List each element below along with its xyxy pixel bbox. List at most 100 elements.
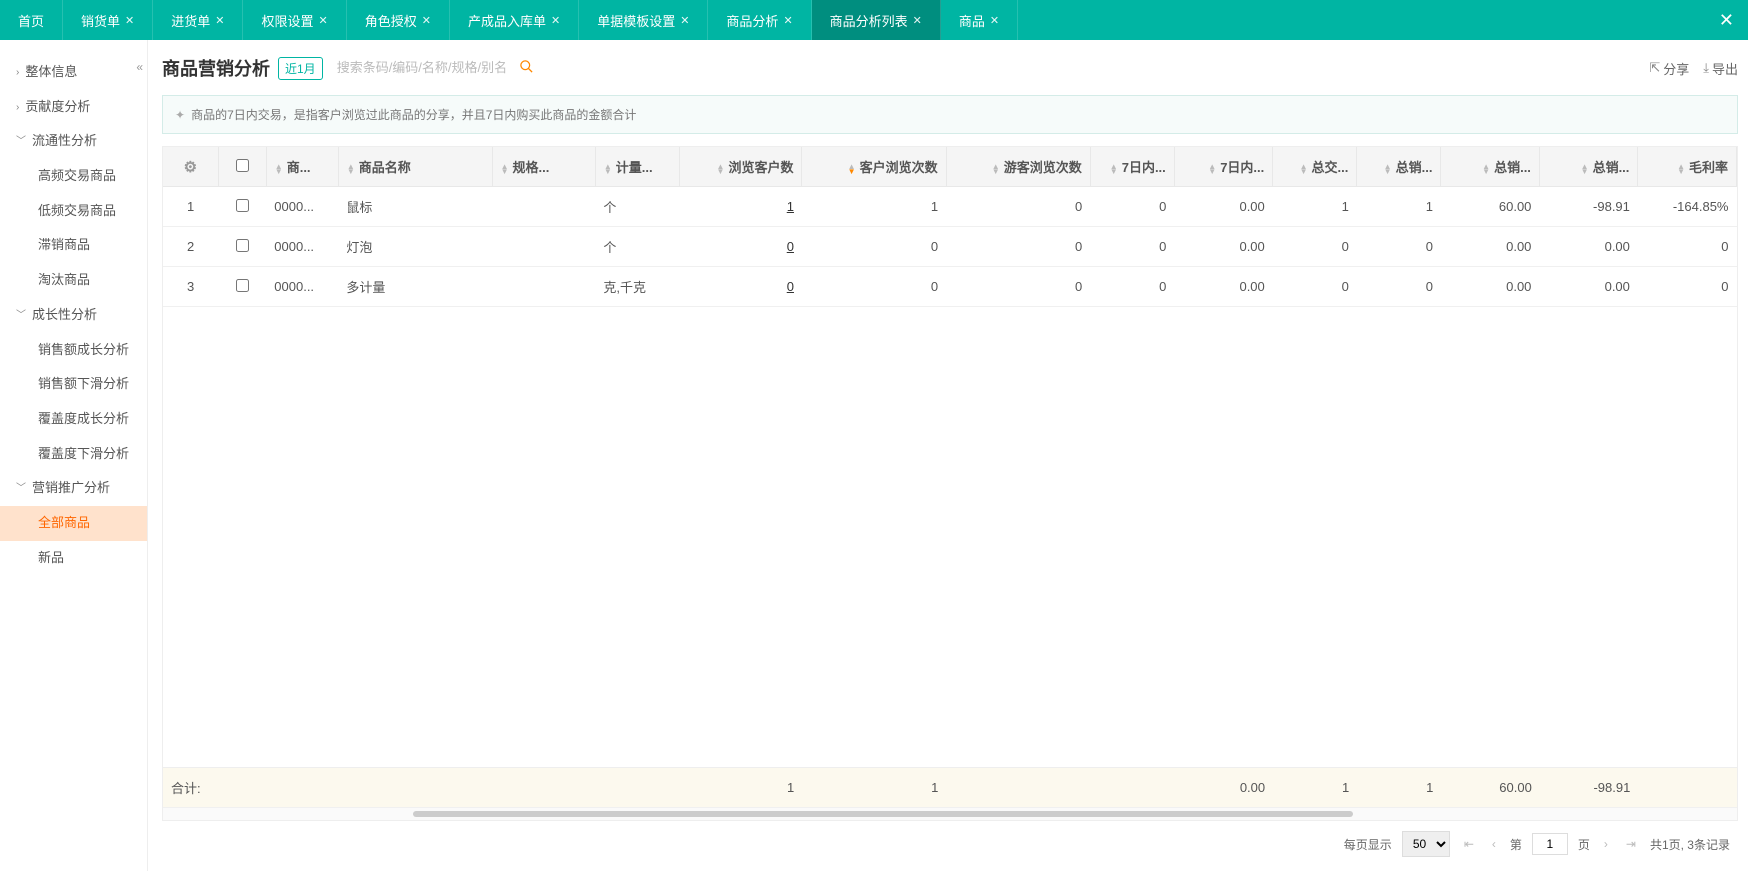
row-select[interactable] [218,267,266,307]
close-icon[interactable]: ✕ [990,14,999,27]
horizontal-scrollbar[interactable] [163,808,1737,820]
page-next-button[interactable]: › [1600,837,1612,851]
column-name[interactable]: ▲▼商品名称 [338,147,492,187]
column-margin[interactable]: ▲▼毛利率 [1638,147,1737,187]
column-7d-sales[interactable]: ▲▼7日内... [1090,147,1174,187]
close-icon[interactable]: ✕ [319,14,328,27]
collapse-sidebar-icon[interactable]: « [136,60,143,74]
page-first-button[interactable]: ⇤ [1460,837,1478,851]
tab-1[interactable]: 销货单✕ [63,0,153,40]
cell-7ds: 0 [1090,267,1174,307]
tab-2[interactable]: 进货单✕ [153,0,243,40]
export-button[interactable]: ⤓ 导出 [1703,59,1738,78]
cell-7ds: 0 [1090,227,1174,267]
tab-7[interactable]: 商品分析✕ [708,0,811,40]
cell-vcust[interactable]: 0 [679,227,802,267]
row-checkbox[interactable] [236,199,249,212]
cell-tamt: 60.00 [1441,187,1539,227]
tab-5[interactable]: 产成品入库单 ✕ [450,0,579,40]
chevron-right-icon: › [16,63,19,82]
column-total-profit[interactable]: ▲▼总销... [1539,147,1637,187]
sidebar-item-2-3[interactable]: 淘汰商品 [0,263,147,298]
sidebar-item-3-1[interactable]: 销售额下滑分析 [0,367,147,402]
sidebar-group-label: 流通性分析 [32,129,97,154]
totals-7d-amount: 0.00 [1175,768,1274,808]
period-badge[interactable]: 近1月 [278,57,323,80]
tab-4[interactable]: 角色授权✕ [347,0,450,40]
sidebar-item-3-3[interactable]: 覆盖度下滑分析 [0,437,147,472]
cell-code: 0000... [266,187,338,227]
table-row[interactable]: 20000...灯泡个00000.00000.000.000 [163,227,1737,267]
cell-tprofit: 0.00 [1539,227,1637,267]
info-banner-text: 商品的7日内交易，是指客户浏览过此商品的分享，并且7日内购买此商品的金额合计 [191,106,636,123]
sidebar-item-2-1[interactable]: 低频交易商品 [0,194,147,229]
column-code[interactable]: ▲▼商... [266,147,338,187]
sidebar-group-4[interactable]: ﹀营销推广分析 [0,471,147,506]
sidebar-item-3-2[interactable]: 覆盖度成长分析 [0,402,147,437]
close-all-tabs-button[interactable]: ✕ [1705,0,1748,40]
column-total-count[interactable]: ▲▼总销... [1357,147,1441,187]
search-input[interactable] [333,55,513,81]
sidebar-group-3[interactable]: ﹀成长性分析 [0,298,147,333]
page-input[interactable] [1532,833,1568,855]
column-select-all[interactable] [218,147,266,187]
cell-cviews: 0 [802,267,946,307]
row-select[interactable] [218,187,266,227]
tab-9[interactable]: 商品✕ [941,0,1018,40]
close-icon[interactable]: ✕ [125,14,134,27]
sidebar-item-3-0[interactable]: 销售额成长分析 [0,333,147,368]
sidebar-item-4-0[interactable]: 全部商品 [0,506,147,541]
sidebar-group-1[interactable]: ›贡献度分析 [0,90,147,125]
table-row[interactable]: 30000...多计量克,千克00000.00000.000.000 [163,267,1737,307]
close-icon[interactable]: ✕ [551,14,560,27]
sidebar-item-2-2[interactable]: 滞销商品 [0,228,147,263]
cell-unit: 克,千克 [595,267,679,307]
cell-vcust[interactable]: 1 [679,187,802,227]
row-checkbox[interactable] [236,239,249,252]
tab-8[interactable]: 商品分析列表✕ [812,0,941,40]
column-total-amount[interactable]: ▲▼总销... [1441,147,1539,187]
table-header-row: ⚙ ▲▼商... ▲▼商品名称 ▲▼规格... ▲▼计量... ▲▼浏览客户数 … [163,147,1737,187]
cell-vcust[interactable]: 0 [679,267,802,307]
sidebar-group-0[interactable]: ›整体信息 [0,55,147,90]
search-icon[interactable] [519,59,534,78]
column-guest-views[interactable]: ▲▼游客浏览次数 [946,147,1090,187]
row-select[interactable] [218,227,266,267]
cell-gviews: 0 [946,227,1090,267]
tab-label: 产成品入库单 [468,11,546,30]
page-prev-button[interactable]: ‹ [1488,837,1500,851]
select-all-checkbox[interactable] [236,159,249,172]
column-total-tx[interactable]: ▲▼总交... [1273,147,1357,187]
cell-7da: 0.00 [1174,187,1272,227]
cell-cviews: 1 [802,187,946,227]
column-customer-views[interactable]: ▲▼客户浏览次数 [802,147,946,187]
column-7d-amount[interactable]: ▲▼7日内... [1174,147,1272,187]
close-icon[interactable]: ✕ [783,14,792,27]
sidebar-group-2[interactable]: ﹀流通性分析 [0,124,147,159]
cell-ttx: 1 [1273,187,1357,227]
table-row[interactable]: 10000...鼠标个11000.001160.00-98.91-164.85% [163,187,1737,227]
tab-6[interactable]: 单据模板设置✕ [579,0,708,40]
row-checkbox[interactable] [236,279,249,292]
cell-gviews: 0 [946,187,1090,227]
close-icon[interactable]: ✕ [422,14,431,27]
cell-tamt: 0.00 [1441,267,1539,307]
per-page-select[interactable]: 50 [1402,831,1450,857]
cell-spec [492,187,595,227]
close-icon[interactable]: ✕ [680,14,689,27]
scrollbar-thumb[interactable] [413,811,1353,817]
share-label: 分享 [1663,59,1689,78]
column-spec[interactable]: ▲▼规格... [492,147,595,187]
column-unit[interactable]: ▲▼计量... [595,147,679,187]
sidebar-item-4-1[interactable]: 新品 [0,541,147,576]
sidebar-item-2-0[interactable]: 高频交易商品 [0,159,147,194]
tab-3[interactable]: 权限设置✕ [243,0,346,40]
tab-0[interactable]: 首页 [0,0,63,40]
close-icon[interactable]: ✕ [913,14,922,27]
column-settings[interactable]: ⚙ [163,147,218,187]
share-button[interactable]: ⇱ 分享 [1649,59,1689,78]
page-last-button[interactable]: ⇥ [1622,837,1640,851]
column-browse-customers[interactable]: ▲▼浏览客户数 [679,147,802,187]
cell-name: 多计量 [338,267,492,307]
close-icon[interactable]: ✕ [215,14,224,27]
